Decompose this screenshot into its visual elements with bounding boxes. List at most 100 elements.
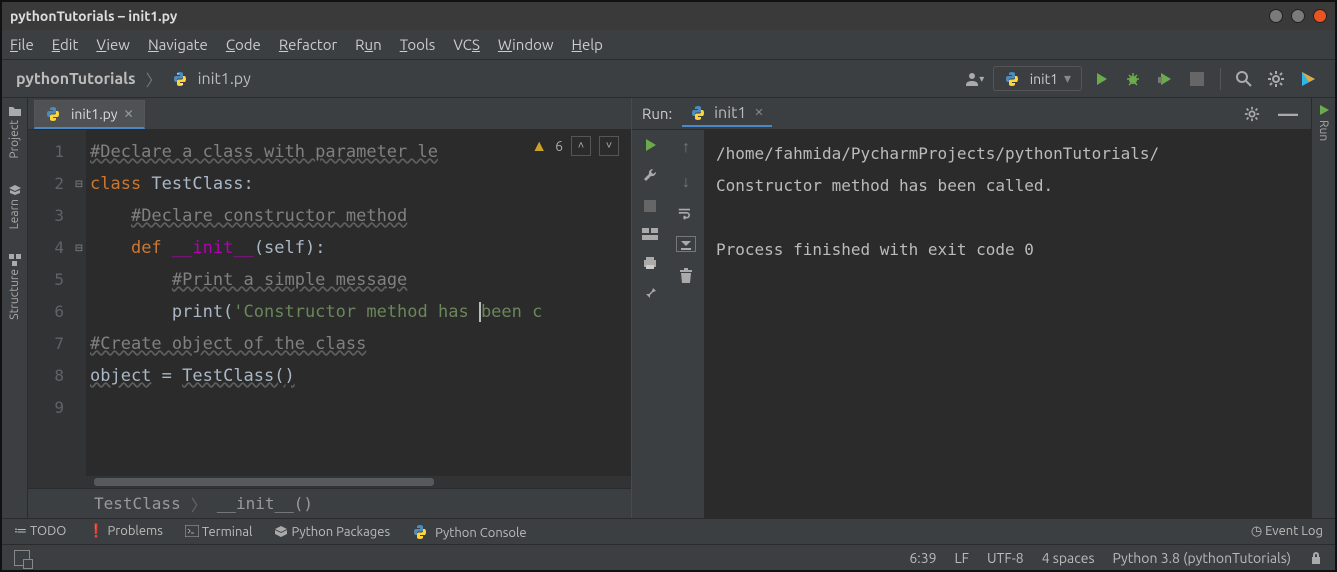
structure-icon	[8, 253, 22, 267]
warning-count: 6	[555, 138, 563, 154]
pin-icon[interactable]	[643, 286, 657, 300]
bottom-tool-bar: ≔ TODO ❗ Problems Terminal Python Packag…	[2, 518, 1335, 544]
menu-bar: File Edit View Navigate Code Refactor Ru…	[2, 30, 1335, 60]
down-icon[interactable]: ↓	[682, 173, 690, 192]
main-row: Project Learn Structure init1.py ✕ 12345…	[2, 98, 1335, 518]
scroll-end-icon[interactable]	[676, 236, 696, 252]
code-content[interactable]: #Declare a class with parameter le class…	[86, 130, 631, 476]
stop-icon[interactable]	[644, 200, 656, 212]
tool-todo[interactable]: ≔ TODO	[14, 524, 66, 539]
editor-breadcrumbs[interactable]: TestClass 〉 __init__()	[28, 488, 631, 518]
menu-refactor[interactable]: Refactor	[279, 36, 337, 53]
tool-learn[interactable]: Learn	[8, 183, 22, 229]
status-caret[interactable]: 6:39	[909, 550, 936, 566]
breadcrumb-class[interactable]: TestClass	[94, 494, 181, 513]
print-icon[interactable]	[642, 256, 658, 270]
menu-vcs[interactable]: VCS	[453, 36, 480, 53]
run-tool-icon[interactable]	[1318, 104, 1330, 116]
close-tab-icon[interactable]: ✕	[124, 107, 134, 121]
fold-gutter[interactable]: ⊟⊟	[72, 130, 86, 476]
search-button[interactable]	[1231, 66, 1257, 92]
editor-area: init1.py ✕ 123456789 ⊟⊟ #Declare a class…	[28, 98, 631, 518]
inspection-widget[interactable]: ▲ 6 ˄ ˅	[527, 136, 623, 156]
left-tool-stripe: Project Learn Structure	[2, 98, 28, 518]
tool-run-label[interactable]: Run	[1317, 120, 1330, 141]
debug-button[interactable]	[1120, 66, 1146, 92]
stop-button[interactable]	[1184, 66, 1210, 92]
menu-run[interactable]: Run	[355, 36, 382, 53]
chevron-down-icon: ▾	[1064, 70, 1071, 87]
menu-help[interactable]: Help	[572, 36, 603, 53]
right-tool-stripe: Run	[1311, 98, 1335, 518]
run-tab[interactable]: init1 ✕	[682, 101, 771, 127]
settings-button[interactable]	[1263, 66, 1289, 92]
python-file-icon	[45, 106, 61, 122]
status-encoding[interactable]: UTF-8	[987, 550, 1024, 566]
editor-scrollbar-horizontal[interactable]	[28, 476, 631, 488]
editor-tab-row: init1.py ✕	[28, 98, 631, 130]
breadcrumb-file[interactable]: init1.py	[198, 70, 251, 88]
rerun-icon[interactable]	[643, 138, 657, 152]
console-output[interactable]: /home/fahmida/PycharmProjects/pythonTuto…	[704, 130, 1311, 518]
menu-tools[interactable]: Tools	[400, 36, 436, 53]
breadcrumb-root[interactable]: pythonTutorials	[16, 70, 136, 88]
status-line-ending[interactable]: LF	[955, 550, 970, 566]
run-tab-label: init1	[714, 104, 746, 122]
run-tool-window: Run: init1 ✕ — ↑ ↓	[631, 98, 1311, 518]
run-toolbar-right: ↑ ↓	[668, 130, 704, 518]
run-anything-button[interactable]	[1295, 66, 1321, 92]
python-file-icon	[172, 71, 188, 87]
run-configuration-select[interactable]: init1 ▾	[993, 66, 1082, 91]
status-indent[interactable]: 4 spaces	[1042, 550, 1095, 566]
run-configuration-name: init1	[1030, 71, 1058, 87]
window-maximize-button[interactable]	[1291, 9, 1305, 23]
lock-icon[interactable]	[1309, 551, 1323, 565]
run-toolbar-left	[632, 130, 668, 518]
run-title: Run:	[642, 105, 672, 122]
learn-icon	[8, 183, 22, 197]
python-icon	[1004, 71, 1020, 87]
up-icon[interactable]: ↑	[682, 138, 690, 157]
soft-wrap-icon[interactable]	[678, 208, 694, 220]
tool-python-packages[interactable]: Python Packages	[274, 525, 390, 539]
editor-tab-label: init1.py	[71, 106, 118, 122]
navigation-bar: pythonTutorials 〉 init1.py ▾ init1 ▾	[2, 60, 1335, 98]
tool-event-log[interactable]: ◷ Event Log	[1251, 524, 1323, 539]
tool-python-console[interactable]: Python Console	[412, 524, 527, 540]
tool-project[interactable]: Project	[8, 104, 22, 159]
breadcrumb-function[interactable]: __init__()	[217, 494, 313, 513]
tool-windows-button[interactable]	[14, 550, 30, 566]
window-minimize-button[interactable]	[1269, 9, 1283, 23]
menu-view[interactable]: View	[96, 36, 130, 53]
code-editor[interactable]: 123456789 ⊟⊟ #Declare a class with param…	[28, 130, 631, 476]
coverage-button[interactable]	[1152, 66, 1178, 92]
title-bar: pythonTutorials – init1.py	[2, 2, 1335, 30]
run-header: Run: init1 ✕ —	[632, 98, 1311, 130]
python-icon	[690, 105, 706, 121]
window-title: pythonTutorials – init1.py	[10, 8, 177, 24]
close-run-tab-icon[interactable]: ✕	[754, 106, 763, 119]
tool-structure[interactable]: Structure	[8, 253, 22, 320]
folder-icon	[8, 104, 22, 118]
tool-terminal[interactable]: Terminal	[185, 525, 253, 539]
layout-icon[interactable]	[642, 228, 658, 240]
add-config-button[interactable]: ▾	[961, 66, 987, 92]
editor-tab[interactable]: init1.py ✕	[34, 100, 145, 129]
wrench-icon[interactable]	[642, 168, 658, 184]
status-interpreter[interactable]: Python 3.8 (pythonTutorials)	[1113, 550, 1291, 566]
run-settings-button[interactable]	[1239, 101, 1265, 127]
menu-window[interactable]: Window	[498, 36, 554, 53]
chevron-icon: 〉	[146, 67, 162, 91]
prev-highlight-button[interactable]: ˄	[571, 136, 591, 156]
menu-code[interactable]: Code	[226, 36, 261, 53]
warning-icon: ▲	[531, 137, 547, 156]
next-highlight-button[interactable]: ˅	[599, 136, 619, 156]
hide-run-button[interactable]: —	[1275, 101, 1301, 127]
menu-file[interactable]: File	[10, 36, 34, 53]
window-close-button[interactable]	[1313, 9, 1327, 23]
trash-icon[interactable]	[679, 268, 693, 284]
tool-problems[interactable]: ❗ Problems	[88, 524, 163, 539]
menu-navigate[interactable]: Navigate	[148, 36, 208, 53]
menu-edit[interactable]: Edit	[52, 36, 79, 53]
run-button[interactable]	[1088, 66, 1114, 92]
